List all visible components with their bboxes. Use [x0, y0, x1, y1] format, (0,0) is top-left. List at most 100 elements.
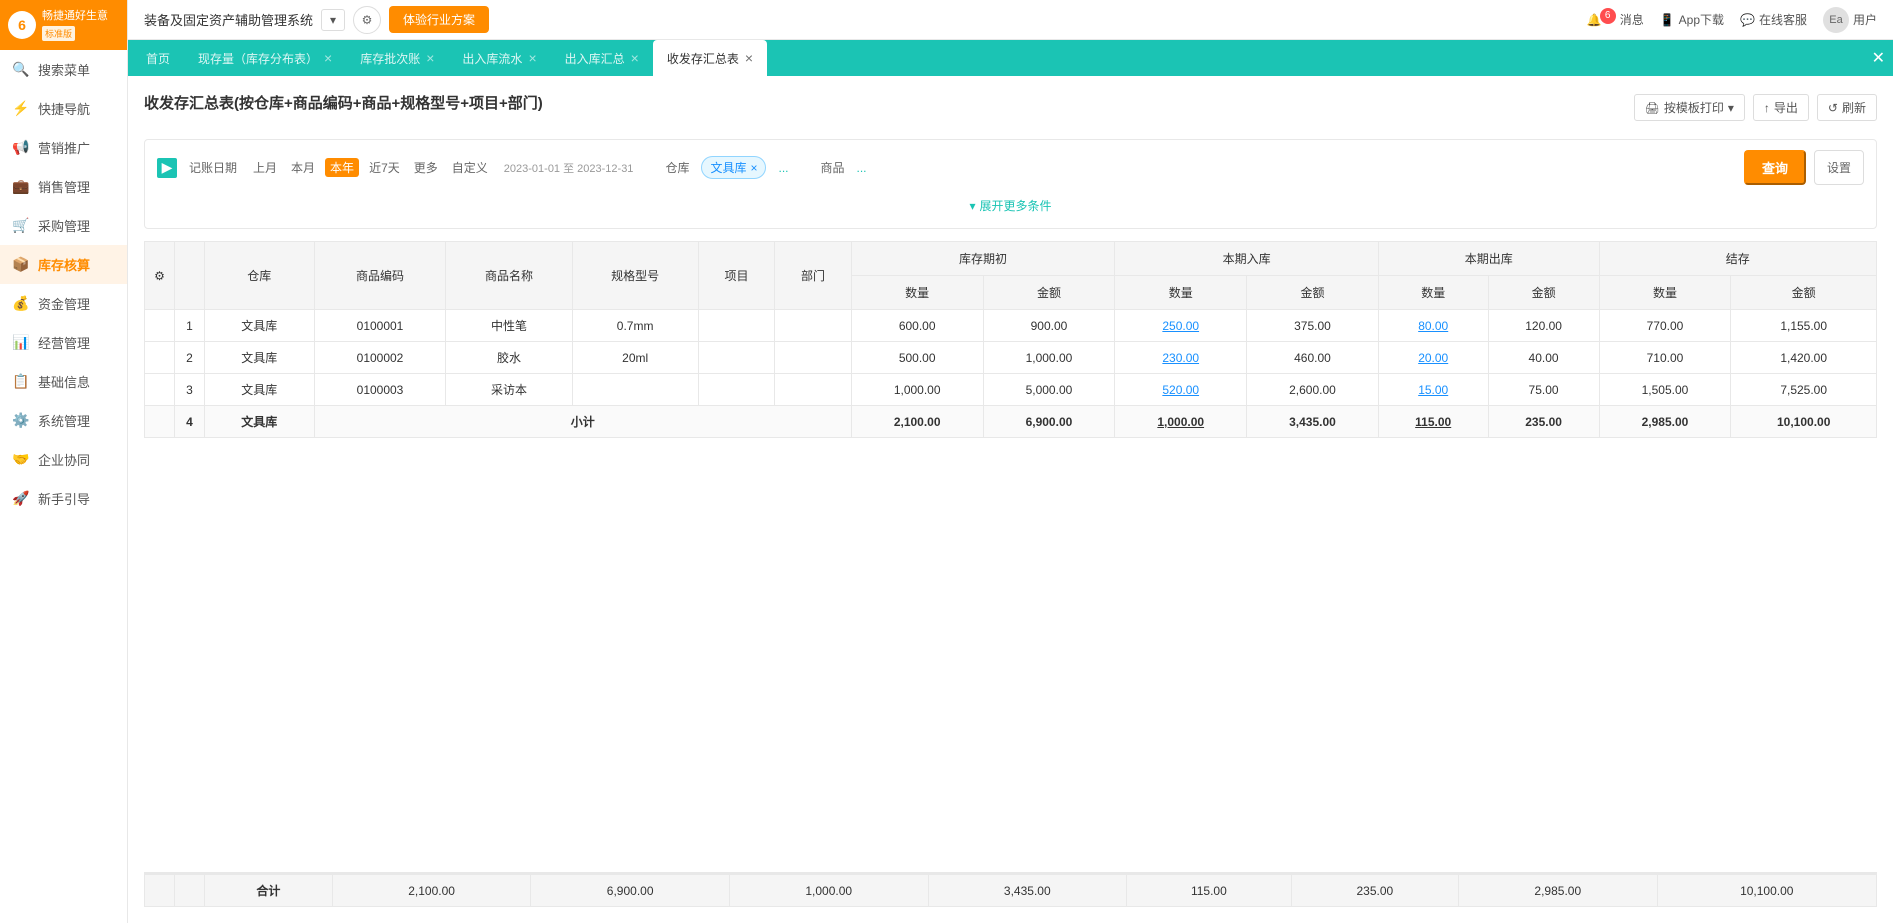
row-num: 3	[175, 374, 205, 406]
shortcut-custom[interactable]: 自定义	[448, 158, 492, 177]
shortcut-this-month[interactable]: 本月	[287, 158, 319, 177]
sidebar-menu: 🔍 搜索菜单 ⚡ 快捷导航 📢 营销推广 💼 销售管理 🛒 采购管理 📦 库存核…	[0, 50, 127, 923]
sidebar-item-inventory[interactable]: 📦 库存核算	[0, 245, 127, 284]
settings-button[interactable]: 设置	[1814, 150, 1864, 185]
col-num	[175, 242, 205, 310]
table-row: 2 文具库 0100002 胶水 20ml 500.00 1,000.00 23…	[145, 342, 1877, 374]
tab-flow[interactable]: 出入库流水 ×	[448, 40, 550, 76]
sidebar-item-label: 经营管理	[38, 333, 90, 352]
col-settings[interactable]: ⚙	[145, 242, 175, 310]
shortcut-7days[interactable]: 近7天	[365, 158, 404, 177]
row-bal-amt: 1,420.00	[1731, 342, 1877, 374]
tab-label: 出入库汇总	[565, 50, 625, 67]
sales-icon: 💼	[12, 178, 30, 195]
row-out-qty[interactable]: 20.00	[1378, 342, 1488, 374]
out-qty-head: 数量	[1378, 276, 1488, 310]
sidebar-item-system[interactable]: ⚙️ 系统管理	[0, 401, 127, 440]
row-out-qty[interactable]: 80.00	[1378, 310, 1488, 342]
tab-bar-close-icon[interactable]: ✕	[1872, 48, 1885, 68]
close-icon[interactable]: ×	[631, 50, 639, 66]
row-open-qty: 1,000.00	[851, 374, 983, 406]
sidebar-item-label: 系统管理	[38, 411, 90, 430]
close-icon[interactable]: ×	[528, 50, 536, 66]
notifications-button[interactable]: 🔔 6 6 消息	[1587, 11, 1644, 28]
sidebar-item-finance[interactable]: 💰 资金管理	[0, 284, 127, 323]
shortcut-more[interactable]: 更多	[410, 158, 442, 177]
row-in-qty[interactable]: 230.00	[1115, 342, 1247, 374]
tab-batch[interactable]: 库存批次账 ×	[346, 40, 448, 76]
total-empty2	[175, 875, 205, 907]
query-button[interactable]: 查询	[1744, 150, 1806, 185]
expand-more-button[interactable]: ▾ 展开更多条件	[157, 193, 1864, 218]
subtotal-in-qty: 1,000.00	[1115, 406, 1247, 438]
sidebar-item-basic[interactable]: 📋 基础信息	[0, 362, 127, 401]
tab-home[interactable]: 首页	[132, 40, 184, 76]
tab-summary[interactable]: 出入库汇总 ×	[551, 40, 653, 76]
warehouse-tag-label: 文具库	[710, 159, 746, 176]
refresh-button[interactable]: ↺ 刷新	[1817, 94, 1877, 121]
sidebar-item-label: 资金管理	[38, 294, 90, 313]
bal-qty-head: 数量	[1599, 276, 1731, 310]
sidebar-item-label: 搜索菜单	[38, 60, 90, 79]
row-in-qty[interactable]: 250.00	[1115, 310, 1247, 342]
app-download-button[interactable]: 📱 App下载	[1660, 11, 1724, 28]
online-service-button[interactable]: 💬 在线客服	[1740, 11, 1807, 28]
date-label: 记账日期	[189, 159, 237, 176]
subtotal-label: 小计	[314, 406, 851, 438]
system-dropdown[interactable]: ▾	[321, 9, 345, 31]
sidebar-item-quick[interactable]: ⚡ 快捷导航	[0, 89, 127, 128]
warehouse-remove-icon[interactable]: ×	[750, 161, 757, 175]
tab-receipt-summary[interactable]: 收发存汇总表 ×	[653, 40, 767, 76]
row-open-amt: 900.00	[983, 310, 1115, 342]
close-icon[interactable]: ×	[324, 50, 332, 66]
tab-label: 出入库流水	[462, 50, 522, 67]
sidebar-item-label: 快捷导航	[38, 99, 90, 118]
tab-inventory-dist[interactable]: 现存量（库存分布表） ×	[184, 40, 346, 76]
enterprise-icon: 🤝	[12, 451, 30, 468]
sidebar-logo: 6 畅捷通好生意 标准版	[0, 0, 127, 50]
close-icon[interactable]: ×	[426, 50, 434, 66]
row-product-name: 胶水	[446, 342, 572, 374]
filter-expand-button[interactable]: ▶	[157, 158, 177, 178]
warehouse-more[interactable]: ...	[778, 161, 788, 175]
sidebar-item-label: 营销推广	[38, 138, 90, 157]
sidebar-item-enterprise[interactable]: 🤝 企业协同	[0, 440, 127, 479]
trial-button[interactable]: 体验行业方案	[389, 6, 489, 33]
sidebar-item-operations[interactable]: 📊 经营管理	[0, 323, 127, 362]
tab-home-label: 首页	[146, 50, 170, 67]
sidebar-item-search[interactable]: 🔍 搜索菜单	[0, 50, 127, 89]
settings-icon[interactable]: ⚙	[353, 6, 381, 34]
row-open-amt: 1,000.00	[983, 342, 1115, 374]
row-settings	[145, 342, 175, 374]
row-in-qty[interactable]: 520.00	[1115, 374, 1247, 406]
subtotal-settings	[145, 406, 175, 438]
product-more[interactable]: ...	[857, 161, 867, 175]
footer-total: 合计 2,100.00 6,900.00 1,000.00 3,435.00 1…	[144, 872, 1877, 907]
row-bal-qty: 710.00	[1599, 342, 1731, 374]
user-menu[interactable]: Ea 用户	[1823, 7, 1877, 33]
shortcut-last-month[interactable]: 上月	[249, 158, 281, 177]
row-out-qty[interactable]: 15.00	[1378, 374, 1488, 406]
total-open-amt: 6,900.00	[531, 875, 730, 907]
total-row: 合计 2,100.00 6,900.00 1,000.00 3,435.00 1…	[145, 875, 1877, 907]
export-button[interactable]: ↑ 导出	[1753, 94, 1809, 121]
print-button[interactable]: 🖨 按模板打印 ▾	[1634, 94, 1745, 121]
shortcut-this-year[interactable]: 本年	[325, 158, 359, 177]
sidebar-item-purchase[interactable]: 🛒 采购管理	[0, 206, 127, 245]
row-bal-qty: 770.00	[1599, 310, 1731, 342]
tab-label: 库存批次账	[360, 50, 420, 67]
close-icon[interactable]: ×	[745, 50, 753, 66]
subtotal-warehouse: 文具库	[205, 406, 315, 438]
table-foot: 4 文具库 小计 2,100.00 6,900.00 1,000.00 3,43…	[145, 406, 1877, 438]
warehouse-tag: 文具库 ×	[701, 156, 766, 179]
sidebar-item-guide[interactable]: 🚀 新手引导	[0, 479, 127, 518]
subtotal-open-amt: 6,900.00	[983, 406, 1115, 438]
footer-total-table: 合计 2,100.00 6,900.00 1,000.00 3,435.00 1…	[144, 874, 1877, 907]
sidebar-item-marketing[interactable]: 📢 营销推广	[0, 128, 127, 167]
group-out: 本期出库	[1378, 242, 1599, 276]
sidebar-item-sales[interactable]: 💼 销售管理	[0, 167, 127, 206]
sidebar-item-label: 采购管理	[38, 216, 90, 235]
service-icon: 💬	[1740, 13, 1755, 27]
online-service-label: 在线客服	[1759, 11, 1807, 28]
system-icon: ⚙️	[12, 412, 30, 429]
